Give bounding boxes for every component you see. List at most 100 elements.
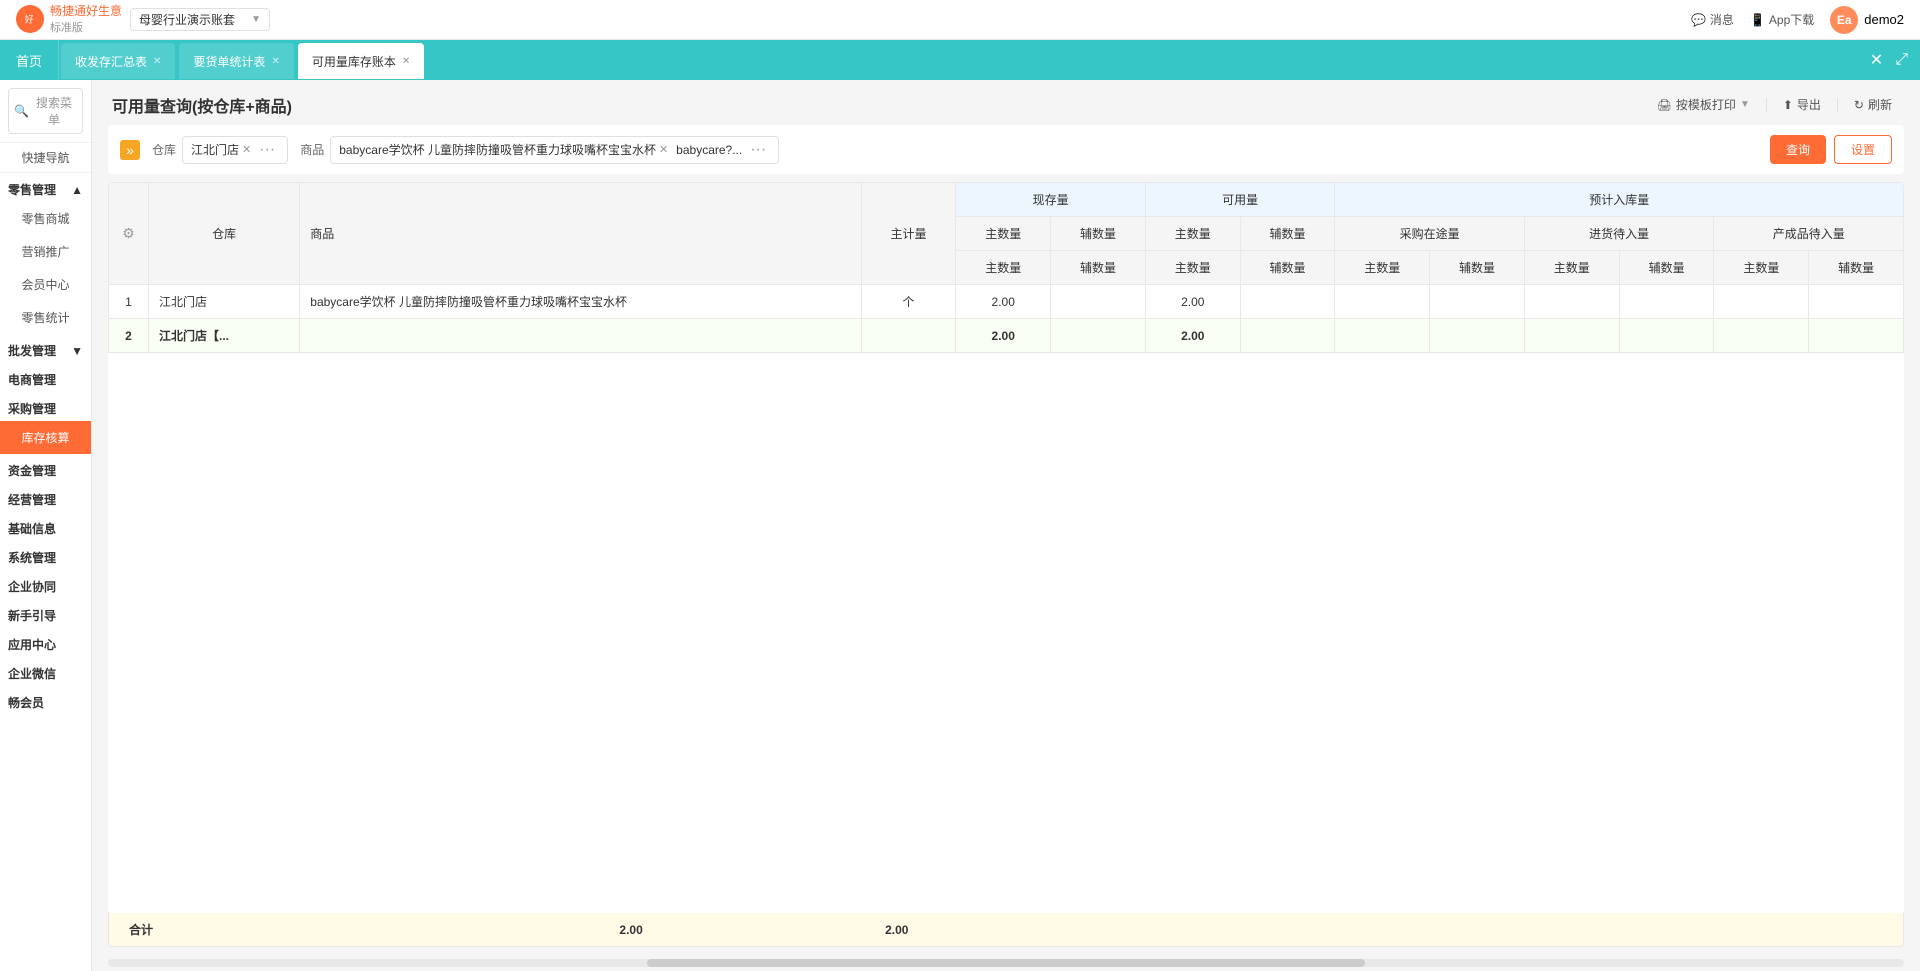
page-title: 可用量查询(按仓库+商品) [112,93,292,117]
sidebar-item-kucunhesuan[interactable]: 库存核算 [0,421,91,454]
sidebar-group-dianshang[interactable]: 电商管理 [0,363,91,392]
sidebar-group-yingyong[interactable]: 应用中心 [0,628,91,657]
page-header: 可用量查询(按仓库+商品) 🖨 按模板打印 ▼ ⬆ 导出 ↻ 刷新 [92,80,1920,125]
user-area[interactable]: Ea demo2 [1830,6,1904,34]
cell-warehouse-1: 江北门店 [149,285,300,319]
sidebar-group-dianshang-label: 电商管理 [8,371,56,388]
warehouse-tag: 江北门店 ✕ [191,141,251,158]
sidebar-group-pifa-label: 批发管理 [8,342,56,359]
gear-icon[interactable]: ⚙ [122,225,135,241]
sidebar-group-jingying[interactable]: 经营管理 [0,483,91,512]
scroll-track [108,959,1904,967]
logo-texts: 畅捷通好生意 标准版 [50,4,122,34]
product-input[interactable]: babycare学饮杯 儿童防摔防撞吸管杯重力球吸嘴杯宝宝水杯 ✕ babyca… [330,136,779,164]
sidebar-item-yingxiao[interactable]: 营销推广 [0,235,91,268]
sidebar-search-area: 🔍 搜索菜单 [0,80,91,143]
cell-unit-1: 个 [861,285,956,319]
page-actions: 🖨 按模板打印 ▼ ⬆ 导出 ↻ 刷新 [1649,92,1900,117]
sidebar-group-changhui[interactable]: 畅会员 [0,686,91,715]
close-icon-2[interactable]: ✕ [402,56,410,67]
warehouse-remove-icon[interactable]: ✕ [242,143,251,156]
th-available-aux: 辅数量 [1240,217,1335,251]
chevron-up-icon: ▲ [71,183,83,197]
product-tag-2: babycare?... [676,143,742,157]
sidebar-group-xitong[interactable]: 系统管理 [0,541,91,570]
footer-stock-main: 2.00 [565,923,698,937]
app-download-btn[interactable]: 📱 App下载 [1750,11,1814,28]
logo-sub: 标准版 [50,19,122,35]
product-value-1: babycare学饮杯 儿童防摔防撞吸管杯重力球吸嘴杯宝宝水杯 [339,141,656,158]
warehouse-label: 仓库 [152,141,176,158]
search-icon: 🔍 [14,104,29,118]
search-menu-btn[interactable]: 🔍 搜索菜单 [8,88,83,134]
close-icon-0[interactable]: ✕ [153,56,161,67]
sidebar-group-xinshou-label: 新手引导 [8,607,56,624]
export-label: 导出 [1797,96,1821,113]
export-btn[interactable]: ⬆ 导出 [1775,92,1829,117]
product-more-icon[interactable]: ··· [746,141,770,159]
logo-text: 畅捷通好生意 [50,4,122,18]
nav-home[interactable]: 首页 [0,40,59,80]
th-available-main: 主数量 [1145,217,1240,251]
cell-production-main-2 [1714,319,1809,353]
sidebar-group-lingshouguan[interactable]: 零售管理 ▲ [0,173,91,202]
sidebar-group-qiye-label: 企业协同 [8,578,56,595]
tab-label-shoufacun: 收发存汇总表 [75,53,147,70]
close-window-icon[interactable]: ✕ [1866,46,1887,74]
scroll-thumb[interactable] [647,959,1365,967]
logo-area: 好 畅捷通好生意 标准版 [16,4,122,34]
sidebar-group-pifa[interactable]: 批发管理 ▼ [0,334,91,363]
sidebar-group-xinshou[interactable]: 新手引导 [0,599,91,628]
sidebar: 🔍 搜索菜单 快捷导航 零售管理 ▲ 零售商城 营销推广 会员中心 零售统计 批… [0,80,92,971]
export-icon: ⬆ [1783,98,1793,112]
main-layout: 🔍 搜索菜单 快捷导航 零售管理 ▲ 零售商城 营销推广 会员中心 零售统计 批… [0,80,1920,971]
th-inbound-main: 主数量 [1524,251,1619,285]
close-icon-1[interactable]: ✕ [271,56,279,67]
filter-actions: 查询 设置 [1770,135,1892,164]
settings-btn[interactable]: 设置 [1834,135,1892,164]
warehouse-input[interactable]: 江北门店 ✕ ··· [182,136,288,164]
th-unit: 主计量 [861,183,956,285]
chevron-down-print: ▼ [1740,99,1750,110]
tab-shoufacun[interactable]: 收发存汇总表 ✕ [61,43,175,79]
industry-select[interactable]: 母婴行业演示账套 ▼ [130,8,270,31]
query-btn[interactable]: 查询 [1770,135,1826,164]
tab-yaohuo[interactable]: 要货单统计表 ✕ [179,43,293,79]
cell-purchase-aux-2 [1430,319,1525,353]
expand-icon[interactable]: ⤢ [1891,47,1912,73]
svg-text:好: 好 [25,14,34,25]
refresh-btn[interactable]: ↻ 刷新 [1846,92,1900,117]
chevron-down-icon: ▼ [251,14,261,25]
cell-product-2 [300,319,861,353]
horizontal-scrollbar[interactable] [108,955,1904,971]
divider-1 [1766,98,1767,112]
sidebar-item-lingshoucheng[interactable]: 零售商城 [0,202,91,235]
refresh-icon: ↻ [1854,98,1864,112]
sidebar-group-zijin-label: 资金管理 [8,462,56,479]
print-btn[interactable]: 🖨 按模板打印 ▼ [1649,92,1758,117]
cell-inbound-aux-2 [1619,319,1714,353]
product-remove-icon-1[interactable]: ✕ [659,143,668,156]
cell-purchase-aux-1 [1430,285,1525,319]
cell-stock-aux-2 [1051,319,1146,353]
sidebar-group-caigou[interactable]: 采购管理 [0,392,91,421]
filter-area: » 仓库 江北门店 ✕ ··· 商品 babycare学饮杯 儿童防摔防撞吸管杯… [108,125,1904,174]
sidebar-group-jichu[interactable]: 基础信息 [0,512,91,541]
tab-keyongliang[interactable]: 可用量库存账本 ✕ [298,43,424,79]
user-name: demo2 [1864,12,1904,27]
th-product: 商品 [300,183,861,285]
message-btn[interactable]: 💬 消息 [1691,11,1734,28]
product-label: 商品 [300,141,324,158]
cell-warehouse-2: 江北门店【... [149,319,300,353]
sidebar-group-zijin[interactable]: 资金管理 [0,454,91,483]
sidebar-item-huiyuan[interactable]: 会员中心 [0,268,91,301]
sidebar-item-lingshoutongji[interactable]: 零售统计 [0,301,91,334]
th-production-main: 主数量 [1714,251,1809,285]
warehouse-more-icon[interactable]: ··· [255,141,279,159]
sidebar-group-qiye[interactable]: 企业协同 [0,570,91,599]
table-row: 1 江北门店 babycare学饮杯 儿童防摔防撞吸管杯重力球吸嘴杯宝宝水杯 个… [109,285,1904,319]
th-stock-main-sub: 主数量 [956,251,1051,285]
quick-nav-btn[interactable]: 快捷导航 [0,143,91,173]
filter-expand-btn[interactable]: » [120,140,140,160]
sidebar-group-qiyewx[interactable]: 企业微信 [0,657,91,686]
